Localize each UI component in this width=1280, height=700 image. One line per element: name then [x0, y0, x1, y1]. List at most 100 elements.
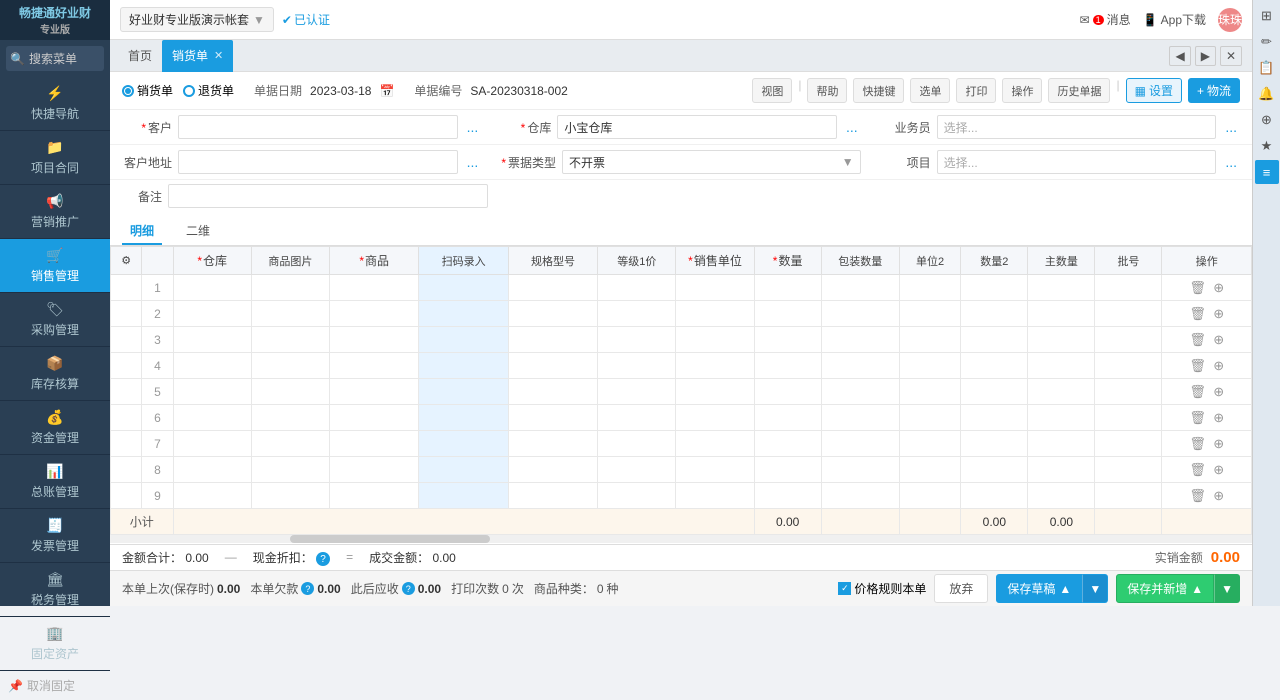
row-spec[interactable]: [508, 457, 597, 483]
row-product[interactable]: [330, 379, 419, 405]
row-copy-icon[interactable]: ⊕: [1211, 384, 1226, 399]
row-delete-icon[interactable]: 🗑: [1187, 306, 1208, 321]
sidebar-item-marketing[interactable]: 📢 营销推广: [0, 185, 110, 239]
sidebar-item-inventory[interactable]: 📦 库存核算: [0, 347, 110, 401]
price-rule-checkbox[interactable]: ✓ 价格规则本单: [838, 580, 926, 597]
row-product[interactable]: [330, 483, 419, 509]
row-qty[interactable]: [754, 379, 821, 405]
row-barcode[interactable]: [419, 457, 508, 483]
row-warehouse[interactable]: [173, 379, 251, 405]
row-qty2[interactable]: [961, 301, 1028, 327]
sidebar-item-purchase[interactable]: 🏷 采购管理: [0, 293, 110, 347]
abandon-button[interactable]: 放弃: [934, 574, 988, 603]
sidebar-item-tax[interactable]: 🏛 税务管理: [0, 563, 110, 617]
row-unit[interactable]: [676, 327, 754, 353]
shortcut-button[interactable]: 快捷键: [853, 78, 904, 103]
print-button[interactable]: 打印: [956, 78, 996, 103]
row-spec[interactable]: [508, 483, 597, 509]
row-main-qty[interactable]: [1028, 379, 1095, 405]
row-copy-icon[interactable]: ⊕: [1211, 462, 1226, 477]
home-tab[interactable]: 首页: [120, 40, 160, 72]
row-spec[interactable]: [508, 327, 597, 353]
row-barcode[interactable]: [419, 275, 508, 301]
th-settings[interactable]: ⚙: [111, 247, 142, 275]
row-barcode[interactable]: [419, 379, 508, 405]
project-input[interactable]: 选择...: [937, 150, 1217, 174]
row-price1[interactable]: [598, 301, 676, 327]
right-panel-icon-6[interactable]: ★: [1255, 134, 1279, 158]
row-unit[interactable]: [676, 457, 754, 483]
row-qty2[interactable]: [961, 275, 1028, 301]
row-pack-qty[interactable]: [821, 275, 899, 301]
right-panel-icon-4[interactable]: 🔔: [1255, 82, 1279, 106]
row-warehouse[interactable]: [173, 483, 251, 509]
row-copy-icon[interactable]: ⊕: [1211, 332, 1226, 347]
right-panel-icon-3[interactable]: 📋: [1255, 56, 1279, 80]
row-batch[interactable]: [1095, 275, 1162, 301]
row-unit2[interactable]: [899, 483, 960, 509]
project-more-icon[interactable]: ...: [1222, 154, 1240, 170]
save-draft-arrow-button[interactable]: ▼: [1082, 574, 1108, 603]
row-product[interactable]: [330, 431, 419, 457]
row-unit[interactable]: [676, 379, 754, 405]
row-qty[interactable]: [754, 457, 821, 483]
row-batch[interactable]: [1095, 327, 1162, 353]
save-new-button[interactable]: 保存并新增 ▲: [1116, 574, 1214, 603]
row-qty[interactable]: [754, 431, 821, 457]
search-menu-button[interactable]: 🔍 搜索菜单: [6, 46, 104, 71]
row-barcode[interactable]: [419, 483, 508, 509]
row-delete-icon[interactable]: 🗑: [1187, 358, 1208, 373]
row-price1[interactable]: [598, 457, 676, 483]
tab-detail[interactable]: 明细: [122, 218, 162, 245]
sidebar-item-fixed-assets[interactable]: 🏢 固定资产: [0, 617, 110, 671]
row-batch[interactable]: [1095, 353, 1162, 379]
user-avatar[interactable]: 珠珠: [1218, 8, 1242, 32]
row-delete-icon[interactable]: 🗑: [1187, 488, 1208, 503]
row-qty[interactable]: [754, 405, 821, 431]
sidebar-item-sales[interactable]: 🛒 销售管理: [0, 239, 110, 293]
close-tab-icon[interactable]: ✕: [214, 49, 223, 62]
row-main-qty[interactable]: [1028, 353, 1095, 379]
row-qty[interactable]: [754, 275, 821, 301]
row-qty2[interactable]: [961, 483, 1028, 509]
sidebar-item-invoice[interactable]: 🧾 发票管理: [0, 509, 110, 563]
row-pack-qty[interactable]: [821, 483, 899, 509]
row-delete-icon[interactable]: 🗑: [1187, 462, 1208, 477]
row-pack-qty[interactable]: [821, 327, 899, 353]
row-spec[interactable]: [508, 353, 597, 379]
row-qty[interactable]: [754, 327, 821, 353]
row-spec[interactable]: [508, 379, 597, 405]
row-barcode[interactable]: [419, 405, 508, 431]
tab-2d[interactable]: 二维: [178, 218, 218, 245]
row-delete-icon[interactable]: 🗑: [1187, 410, 1208, 425]
tab-next-button[interactable]: ▶: [1195, 46, 1216, 66]
right-panel-icon-1[interactable]: ⊞: [1255, 4, 1279, 28]
row-qty[interactable]: [754, 353, 821, 379]
row-warehouse[interactable]: [173, 327, 251, 353]
row-unit[interactable]: [676, 275, 754, 301]
right-panel-icon-5[interactable]: ⊕: [1255, 108, 1279, 132]
row-price1[interactable]: [598, 275, 676, 301]
row-main-qty[interactable]: [1028, 275, 1095, 301]
row-spec[interactable]: [508, 405, 597, 431]
row-qty2[interactable]: [961, 379, 1028, 405]
row-warehouse[interactable]: [173, 353, 251, 379]
row-main-qty[interactable]: [1028, 327, 1095, 353]
row-unit[interactable]: [676, 405, 754, 431]
row-delete-icon[interactable]: 🗑: [1187, 280, 1208, 295]
row-unit[interactable]: [676, 353, 754, 379]
row-unit2[interactable]: [899, 379, 960, 405]
row-price1[interactable]: [598, 379, 676, 405]
row-warehouse[interactable]: [173, 405, 251, 431]
sidebar-item-pin[interactable]: 📌 取消固定: [0, 671, 110, 700]
row-copy-icon[interactable]: ⊕: [1211, 436, 1226, 451]
sidebar-item-project[interactable]: 📁 项目合同: [0, 131, 110, 185]
row-product[interactable]: [330, 353, 419, 379]
sidebar-search-area[interactable]: 🔍 搜索菜单: [0, 40, 110, 77]
calendar-icon[interactable]: 📅: [379, 84, 394, 98]
row-unit2[interactable]: [899, 431, 960, 457]
row-unit2[interactable]: [899, 405, 960, 431]
invoice-select[interactable]: 不开票 ▼: [562, 150, 861, 174]
messages-button[interactable]: ✉ 1 消息: [1080, 11, 1131, 28]
app-download-button[interactable]: 📱 App下载: [1143, 11, 1206, 28]
